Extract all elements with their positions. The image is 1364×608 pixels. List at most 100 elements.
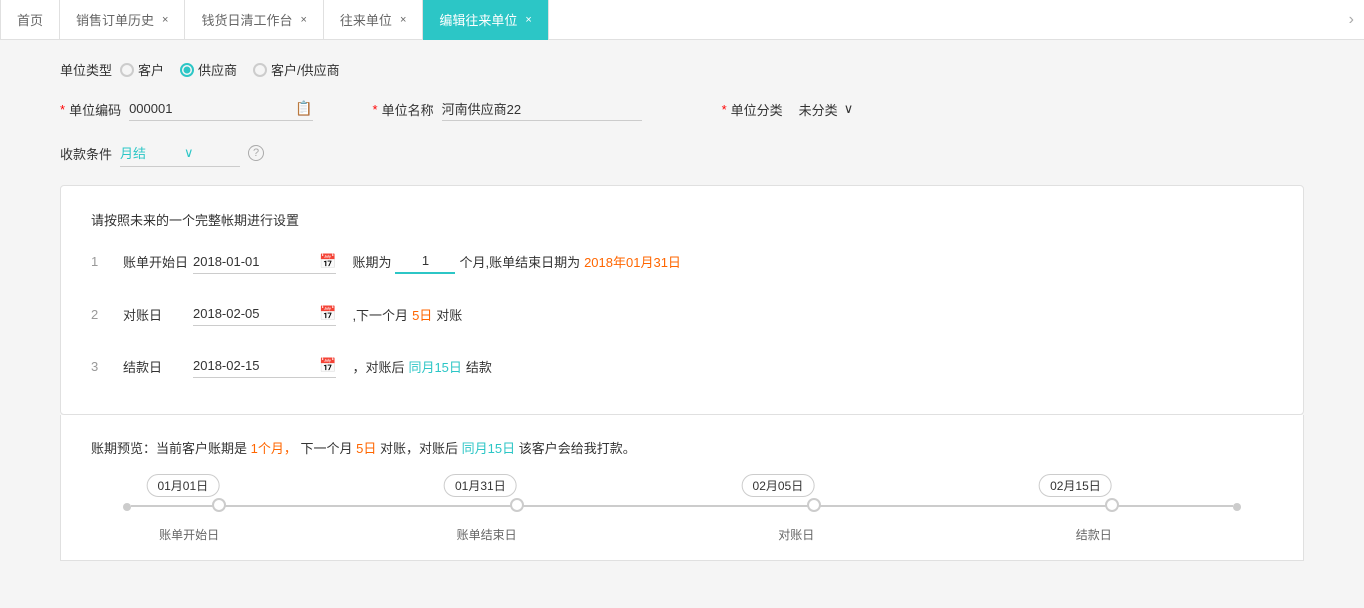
unit-type-radio-group: 客户 供应商 客户/供应商 [120,60,340,79]
calendar-icon-3[interactable]: 📅 [319,357,336,374]
timeline-dot-4 [1105,498,1119,512]
radio-circle-customer [120,63,134,77]
period-label-2: 对账日 [123,305,193,324]
tab-partner-unit[interactable]: 往来单位 × [324,0,423,40]
timeline-date-3: 02月05日 [742,474,815,497]
unit-classify-dropdown[interactable]: 未分类 ∨ [799,100,919,119]
timeline-dot-2 [510,498,524,512]
period-label-3: 结款日 [123,357,193,376]
period-label-1: 账单开始日 [123,252,193,271]
radio-customer[interactable]: 客户 [120,60,164,79]
close-icon[interactable]: × [300,14,306,26]
unit-type-row: 单位类型 客户 供应商 客户/供应商 [60,60,1304,79]
period-date-1-input[interactable] [193,250,313,273]
unit-classify-label: 单位分类 [731,100,783,119]
close-icon[interactable]: × [400,14,406,26]
period-row1-suffix: 个月,账单结束日期为 [459,252,580,271]
preview-highlight2: 5日 [356,441,376,456]
preview-prefix: 账期预览：当前客户账期是 [91,441,247,456]
period-row2-highlight: 5日 [412,305,432,324]
period-card: 请按照未来的一个完整帐期进行设置 1 账单开始日 📅 账期为 个月,账单结束日期… [60,185,1304,415]
close-icon[interactable]: × [162,14,168,26]
preview-text: 账期预览：当前客户账期是 1个月， 下一个月 5日 对账，对账后 同月15日 该… [91,439,1273,460]
period-num-3: 3 [91,359,111,374]
radio-label-both: 客户/供应商 [271,60,340,79]
unit-code-input[interactable] [129,97,289,120]
timeline-left-end [123,503,131,511]
timeline-dot-3 [807,498,821,512]
preview-highlight3: 同月15日 [462,441,515,456]
period-card-title: 请按照未来的一个完整帐期进行设置 [91,210,1273,229]
radio-label-supplier: 供应商 [198,60,237,79]
timeline-date-1: 01月01日 [146,474,219,497]
period-num-1: 1 [91,254,111,269]
period-date-2-wrap: 📅 [193,302,336,326]
tab-home[interactable]: 首页 [0,0,60,40]
period-row1-prefix: 账期为 [352,252,391,271]
period-num-2: 2 [91,307,111,322]
preview-suffix: 该客户会给我打款。 [519,441,636,456]
payment-terms-value: 月结 [120,143,176,162]
copy-icon[interactable]: 📋 [295,100,312,117]
preview-middle1: 下一个月 [301,441,353,456]
timeline-dot-1 [212,498,226,512]
tabs-more-arrow[interactable]: › [1339,11,1364,29]
timeline-point-2: 01月31日 账单结束日 [510,498,524,512]
period-row3-suffix: 结款 [466,357,492,376]
payment-terms-label: 收款条件 [60,144,112,163]
period-row2-prefix: ,下一个月 [352,305,408,324]
radio-circle-supplier [180,63,194,77]
timeline-label-4: 结款日 [1076,526,1112,543]
timeline-point-4: 02月15日 结款日 [1105,498,1119,512]
radio-label-customer: 客户 [138,60,164,79]
unit-type-label: 单位类型 [60,60,112,79]
required-star-name: * [373,102,378,117]
tab-edit-partner[interactable]: 编辑往来单位 × [423,0,548,40]
timeline-point-3: 02月05日 对账日 [807,498,821,512]
timeline-track: 01月01日 账单开始日 01月31日 账单结束日 02月05日 对账日 [131,490,1233,530]
preview-middle2: 对账，对账后 [380,441,458,456]
unit-classify-value: 未分类 [799,100,838,119]
unit-fields-row: * 单位编码 📋 * 单位名称 * 单位分类 未分类 ∨ [60,97,1304,121]
unit-name-input[interactable] [442,97,642,121]
required-star-classify: * [722,102,727,117]
timeline-point-1: 01月01日 账单开始日 [212,498,226,512]
radio-supplier[interactable]: 供应商 [180,60,237,79]
help-icon[interactable]: ? [248,145,264,161]
unit-code-label: 单位编码 [69,100,121,119]
main-content: 单位类型 客户 供应商 客户/供应商 * 单位编码 📋 * 单位名称 * [0,40,1364,608]
radio-both[interactable]: 客户/供应商 [253,60,340,79]
period-row3-prefix: ，对账后 [352,357,404,376]
period-months-input[interactable] [395,249,455,274]
tabs-bar: 首页 销售订单历史 × 钱货日清工作台 × 往来单位 × 编辑往来单位 × › [0,0,1364,40]
payment-terms-select[interactable]: 月结 ∨ [120,139,240,167]
unit-name-label: 单位名称 [382,100,434,119]
period-row2-suffix: 对账 [436,305,462,324]
period-date-3-input[interactable] [193,354,313,377]
period-row-2: 2 对账日 📅 ,下一个月 5日 对账 [91,302,1273,326]
period-date-3-wrap: 📅 [193,354,336,378]
period-row3-highlight: 同月15日 [408,357,461,376]
classify-chevron-icon: ∨ [844,101,854,117]
payment-chevron-icon: ∨ [184,145,240,161]
timeline-label-3: 对账日 [778,526,814,543]
preview-highlight1: 1个月， [251,441,297,456]
timeline-label-2: 账单结束日 [457,526,517,543]
tab-sales-history[interactable]: 销售订单历史 × [60,0,185,40]
timeline-label-1: 账单开始日 [159,526,219,543]
tab-cash-workbench[interactable]: 钱货日清工作台 × [185,0,323,40]
calendar-icon-1[interactable]: 📅 [319,253,336,270]
period-date-2-input[interactable] [193,302,313,325]
period-end-date-highlight: 2018年01月31日 [584,252,681,271]
calendar-icon-2[interactable]: 📅 [319,305,336,322]
required-star-code: * [60,102,65,117]
unit-classify-wrap: 未分类 ∨ [791,100,919,119]
close-icon[interactable]: × [525,14,531,26]
payment-terms-row: 收款条件 月结 ∨ ? [60,139,1304,167]
period-row-1: 1 账单开始日 📅 账期为 个月,账单结束日期为 2018年01月31日 [91,249,1273,274]
timeline-date-2: 01月31日 [444,474,517,497]
radio-circle-both [253,63,267,77]
preview-section: 账期预览：当前客户账期是 1个月， 下一个月 5日 对账，对账后 同月15日 该… [60,415,1304,561]
period-date-1-wrap: 📅 [193,250,336,274]
timeline-section: 01月01日 账单开始日 01月31日 账单结束日 02月05日 对账日 [91,480,1273,550]
